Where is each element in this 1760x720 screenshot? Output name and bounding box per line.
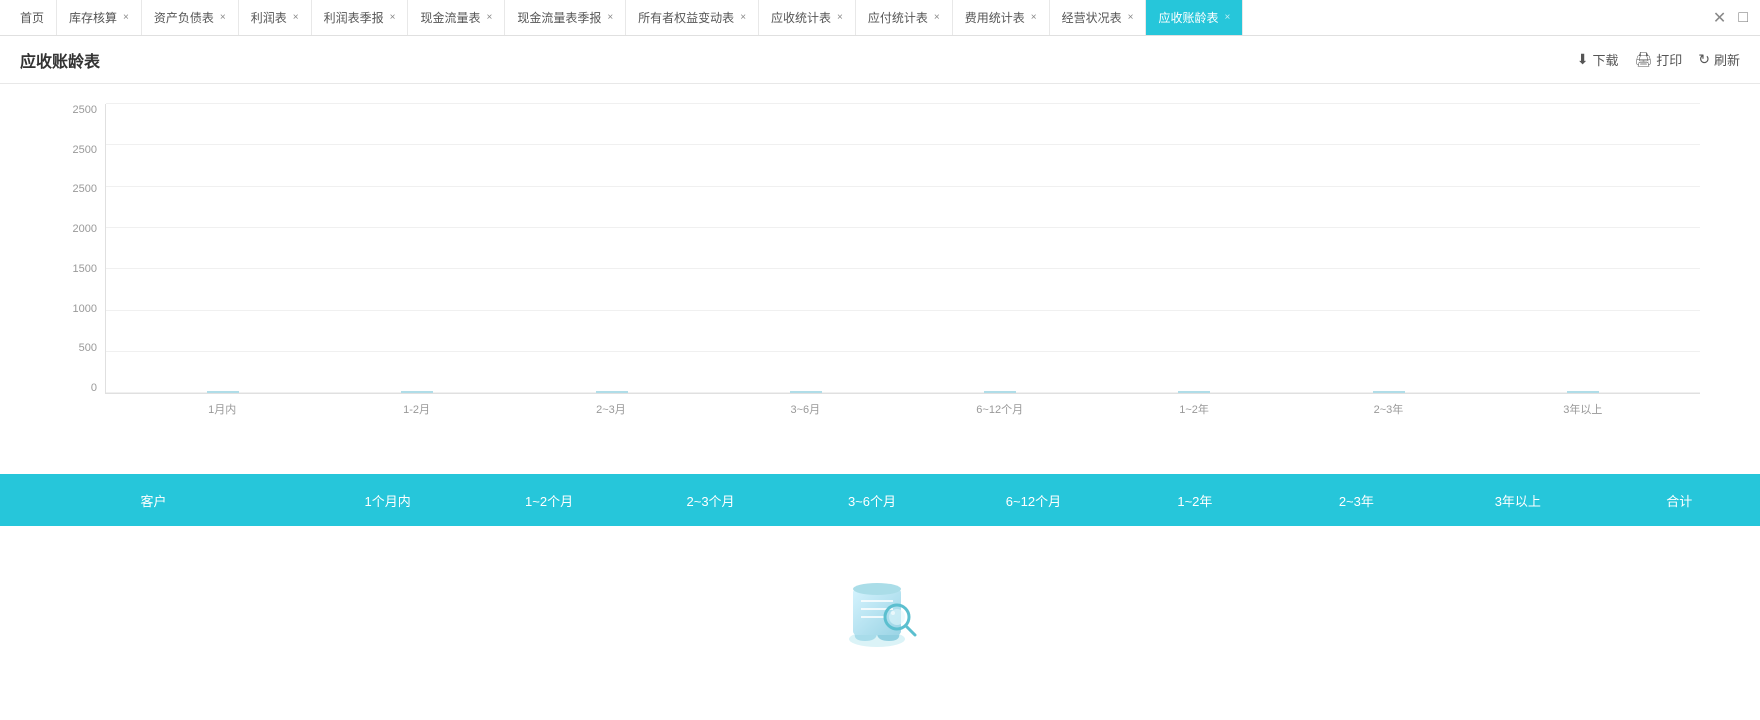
bar-group-1-2month	[320, 391, 514, 393]
close-icon[interactable]: ×	[740, 12, 746, 23]
x-label-1month: 1月内	[125, 401, 319, 417]
download-button[interactable]: ⬇ 下载	[1577, 50, 1619, 69]
bar-2-3year	[1373, 391, 1405, 393]
th-3-6month: 3~6个月	[791, 491, 952, 510]
bar-group-6-12month	[903, 391, 1097, 393]
th-customer: 客户	[0, 491, 307, 510]
table-header: 客户 1个月内 1~2个月 2~3个月 3~6个月 6~12个月 1~2年 2~…	[0, 474, 1760, 526]
bar-3plus-year	[1567, 391, 1599, 393]
page-title: 应收账龄表	[20, 48, 100, 72]
x-label-3-6month: 3~6月	[708, 401, 902, 417]
print-icon: 🖨	[1634, 51, 1652, 68]
close-icon[interactable]: ×	[1128, 12, 1134, 23]
bar-1-2year	[1178, 391, 1210, 393]
y-label: 2500	[73, 183, 97, 195]
th-6-12month: 6~12个月	[953, 491, 1114, 510]
x-label-2-3year: 2~3年	[1291, 401, 1485, 417]
close-icon[interactable]: ×	[837, 12, 843, 23]
page-header: 应收账龄表 ⬇ 下载 🖨 打印 ↻ 刷新	[0, 36, 1760, 84]
tab-balance-sheet[interactable]: 资产负债表 ×	[142, 0, 239, 36]
y-label: 500	[79, 342, 97, 354]
tab-equity-change[interactable]: 所有者权益变动表 ×	[626, 0, 759, 36]
tab-home[interactable]: 首页	[8, 0, 57, 36]
th-1-2month: 1~2个月	[468, 491, 629, 510]
tab-expense-stats[interactable]: 费用统计表 ×	[953, 0, 1050, 36]
chart-container: 2500 2500 2500 2000 1500 1000 500 0	[60, 104, 1700, 424]
chart-x-labels: 1月内 1-2月 2~3月 3~6月 6~12个月 1~2年 2~3年 3年以上	[105, 394, 1700, 424]
bar-3-6month	[790, 391, 822, 393]
chart-area: 2500 2500 2500 2000 1500 1000 500 0	[0, 84, 1760, 474]
th-2-3month: 2~3个月	[630, 491, 791, 510]
tab-payable-stats[interactable]: 应付统计表 ×	[856, 0, 953, 36]
tab-inventory[interactable]: 库存核算 ×	[57, 0, 142, 36]
close-icon[interactable]: ×	[1031, 12, 1037, 23]
x-label-2-3month: 2~3月	[514, 401, 708, 417]
bar-group-2-3month	[515, 391, 709, 393]
empty-state	[825, 561, 935, 651]
bar-1-2month	[401, 391, 433, 393]
y-label: 1000	[73, 303, 97, 315]
close-icon[interactable]: ×	[934, 12, 940, 23]
y-label: 2000	[73, 223, 97, 235]
tab-cashflow-quarterly[interactable]: 现金流量表季报 ×	[505, 0, 626, 36]
th-1-2year: 1~2年	[1114, 491, 1275, 510]
close-icon[interactable]: ×	[293, 12, 299, 23]
tab-bar-actions: ✕ □	[1709, 4, 1752, 32]
th-1month: 1个月内	[307, 491, 468, 510]
bar-group-3-6month	[709, 391, 903, 393]
close-icon[interactable]: ×	[390, 12, 396, 23]
th-2-3year: 2~3年	[1276, 491, 1437, 510]
x-label-6-12month: 6~12个月	[903, 401, 1097, 417]
maximize-button[interactable]: □	[1734, 5, 1752, 31]
bar-1month	[207, 391, 239, 393]
x-label-1-2month: 1-2月	[319, 401, 513, 417]
refresh-button[interactable]: ↻ 刷新	[1698, 50, 1740, 69]
close-icon[interactable]: ×	[607, 12, 613, 23]
y-label: 0	[91, 382, 97, 394]
chart-y-axis: 2500 2500 2500 2000 1500 1000 500 0	[60, 104, 105, 394]
chart-plot	[105, 104, 1700, 394]
close-icon[interactable]: ×	[486, 12, 492, 23]
tab-receivable-stats[interactable]: 应收统计表 ×	[759, 0, 856, 36]
x-label-1-2year: 1~2年	[1097, 401, 1291, 417]
close-icon[interactable]: ×	[1224, 12, 1230, 23]
y-label: 2500	[73, 144, 97, 156]
x-label-3plus-year: 3年以上	[1486, 401, 1680, 417]
tab-profit-loss[interactable]: 利润表 ×	[239, 0, 312, 36]
bar-6-12month	[984, 391, 1016, 393]
header-actions: ⬇ 下载 🖨 打印 ↻ 刷新	[1577, 50, 1740, 69]
y-label: 1500	[73, 263, 97, 275]
bar-group-2-3year	[1292, 391, 1486, 393]
y-label: 2500	[73, 104, 97, 116]
bar-group-3plus-year	[1486, 391, 1680, 393]
tab-profit-quarterly[interactable]: 利润表季报 ×	[312, 0, 409, 36]
close-icon[interactable]: ×	[123, 12, 129, 23]
download-icon: ⬇	[1577, 51, 1589, 68]
close-icon[interactable]: ×	[220, 12, 226, 23]
bar-2-3month	[596, 391, 628, 393]
bar-group-1month	[126, 391, 320, 393]
chart-bars-row	[106, 104, 1700, 393]
th-3plus-year: 3年以上	[1437, 491, 1598, 510]
bar-group-1-2year	[1097, 391, 1291, 393]
tab-cashflow[interactable]: 现金流量表 ×	[408, 0, 505, 36]
print-button[interactable]: 🖨 打印	[1634, 50, 1682, 69]
table-body	[0, 526, 1760, 686]
th-total: 合计	[1599, 491, 1760, 510]
main-content: 2500 2500 2500 2000 1500 1000 500 0	[0, 84, 1760, 720]
tab-bar: 首页 库存核算 × 资产负债表 × 利润表 × 利润表季报 × 现金流量表 × …	[0, 0, 1760, 36]
empty-illustration-icon	[825, 561, 935, 651]
minimize-button[interactable]: ✕	[1709, 4, 1730, 32]
refresh-icon: ↻	[1698, 51, 1710, 68]
tab-operation[interactable]: 经营状况表 ×	[1050, 0, 1147, 36]
tab-ar-aging[interactable]: 应收账龄表 ×	[1146, 0, 1243, 36]
